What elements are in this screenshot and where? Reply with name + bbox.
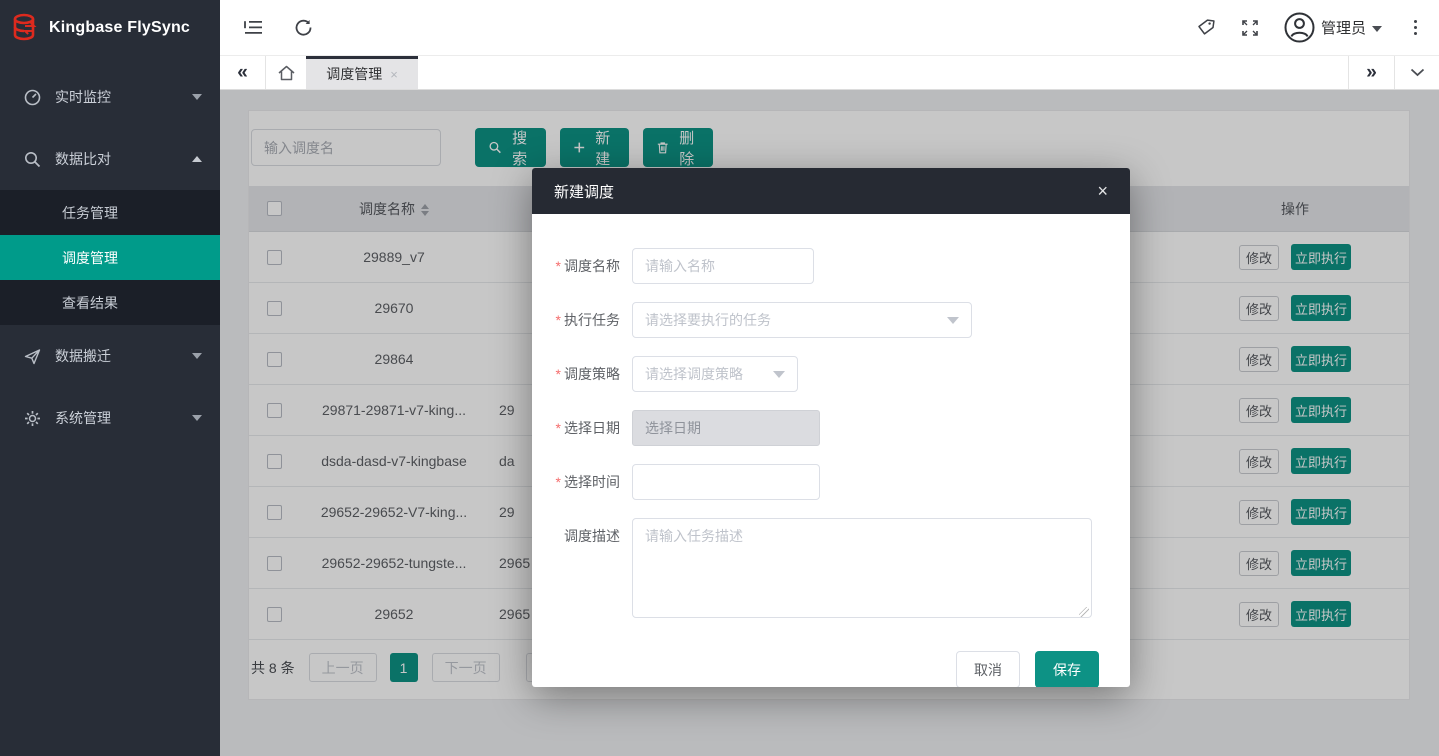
user-menu[interactable]: 管理员 <box>1284 12 1382 43</box>
brand-name: Kingbase FlySync <box>49 19 191 36</box>
home-tab[interactable] <box>266 56 306 89</box>
chevron-down-icon <box>192 415 202 421</box>
chevron-down-icon <box>1372 25 1382 32</box>
tab-label: 调度管理 <box>326 66 383 82</box>
sidebar-item-schedule-management[interactable]: 调度管理 <box>0 235 220 280</box>
gauge-icon <box>24 89 41 106</box>
sidebar-item-system-management[interactable]: 系统管理 <box>0 387 220 449</box>
sidebar-item-label: 实时监控 <box>55 89 111 105</box>
sidebar-item-data-migration[interactable]: 数据搬迁 <box>0 325 220 387</box>
sidebar-item-label: 数据比对 <box>55 151 111 167</box>
tag-icon[interactable] <box>1197 18 1216 37</box>
topbar: 管理员 <box>220 0 1439 56</box>
fullscreen-icon[interactable] <box>1242 19 1258 36</box>
sidebar-item-view-results[interactable]: 查看结果 <box>0 280 220 325</box>
chevron-down-icon <box>192 94 202 100</box>
sidebar-item-data-compare[interactable]: 数据比对 <box>0 128 220 190</box>
tabs-dropdown-icon[interactable] <box>1394 56 1439 89</box>
close-icon[interactable]: × <box>1097 182 1108 200</box>
sidebar-subitem-label: 任务管理 <box>62 204 118 221</box>
field-label-description: 调度描述 <box>564 528 620 544</box>
field-label-time: * 选择时间 <box>555 474 620 490</box>
modal-header: 新建调度 × <box>532 168 1130 214</box>
chevron-down-icon <box>947 316 959 324</box>
sidebar-submenu: 任务管理 调度管理 查看结果 <box>0 190 220 325</box>
sidebar-item-realtime-monitor[interactable]: 实时监控 <box>0 66 220 128</box>
field-label-strategy: * 调度策略 <box>555 366 620 382</box>
modal-body: *调度名称 *执行任务 请选择要执行的任务 *调度策略 请选择调度策略 *选择日… <box>532 214 1130 687</box>
paper-plane-icon <box>24 348 41 365</box>
avatar <box>1284 12 1315 43</box>
strategy-select[interactable]: 请选择调度策略 <box>632 356 798 392</box>
refresh-icon[interactable] <box>295 19 312 36</box>
new-schedule-modal: 新建调度 × *调度名称 *执行任务 请选择要执行的任务 *调度策略 请选择调度… <box>532 168 1130 687</box>
tabbar: « 调度管理 × » <box>220 56 1439 90</box>
cancel-button[interactable]: 取消 <box>956 651 1020 687</box>
time-picker-input[interactable] <box>632 464 820 500</box>
sidebar: Kingbase FlySync 实时监控 数据比对 任务管理 调度管理 查看结… <box>0 0 220 756</box>
field-label-task: * 执行任务 <box>555 312 620 328</box>
sidebar-item-label: 数据搬迁 <box>55 348 111 364</box>
description-textarea[interactable] <box>632 518 1092 618</box>
chevron-up-icon <box>192 156 202 162</box>
sidebar-subitem-label: 查看结果 <box>62 294 118 311</box>
modal-title: 新建调度 <box>554 183 615 201</box>
sidebar-subitem-label: 调度管理 <box>62 249 118 266</box>
more-options-icon[interactable] <box>1408 18 1423 37</box>
search-icon <box>24 151 41 168</box>
field-label-date: * 选择日期 <box>555 420 620 436</box>
modal-footer: 取消 保存 <box>532 651 1130 687</box>
tabs-scroll-left-icon[interactable]: « <box>220 56 266 89</box>
schedule-name-input[interactable] <box>632 248 814 284</box>
chevron-down-icon <box>773 370 785 378</box>
brand: Kingbase FlySync <box>0 0 220 56</box>
tab-close-icon[interactable]: × <box>390 67 398 82</box>
sidebar-nav: 实时监控 数据比对 任务管理 调度管理 查看结果 数据搬迁 系统管理 <box>0 56 220 449</box>
gear-icon <box>24 410 41 427</box>
tab-schedule-management[interactable]: 调度管理 × <box>306 56 418 89</box>
sidebar-item-label: 系统管理 <box>55 410 111 426</box>
save-button[interactable]: 保存 <box>1035 651 1099 687</box>
home-icon <box>277 64 296 82</box>
chevron-down-icon <box>192 353 202 359</box>
user-name: 管理员 <box>1320 20 1366 37</box>
brand-logo-icon <box>10 12 40 44</box>
sidebar-item-task-management[interactable]: 任务管理 <box>0 190 220 235</box>
date-picker-disabled: 选择日期 <box>632 410 820 446</box>
field-label-name: * 调度名称 <box>555 258 620 274</box>
task-select[interactable]: 请选择要执行的任务 <box>632 302 972 338</box>
collapse-sidebar-icon[interactable] <box>244 20 263 35</box>
tabs-scroll-right-icon[interactable]: » <box>1348 56 1394 89</box>
